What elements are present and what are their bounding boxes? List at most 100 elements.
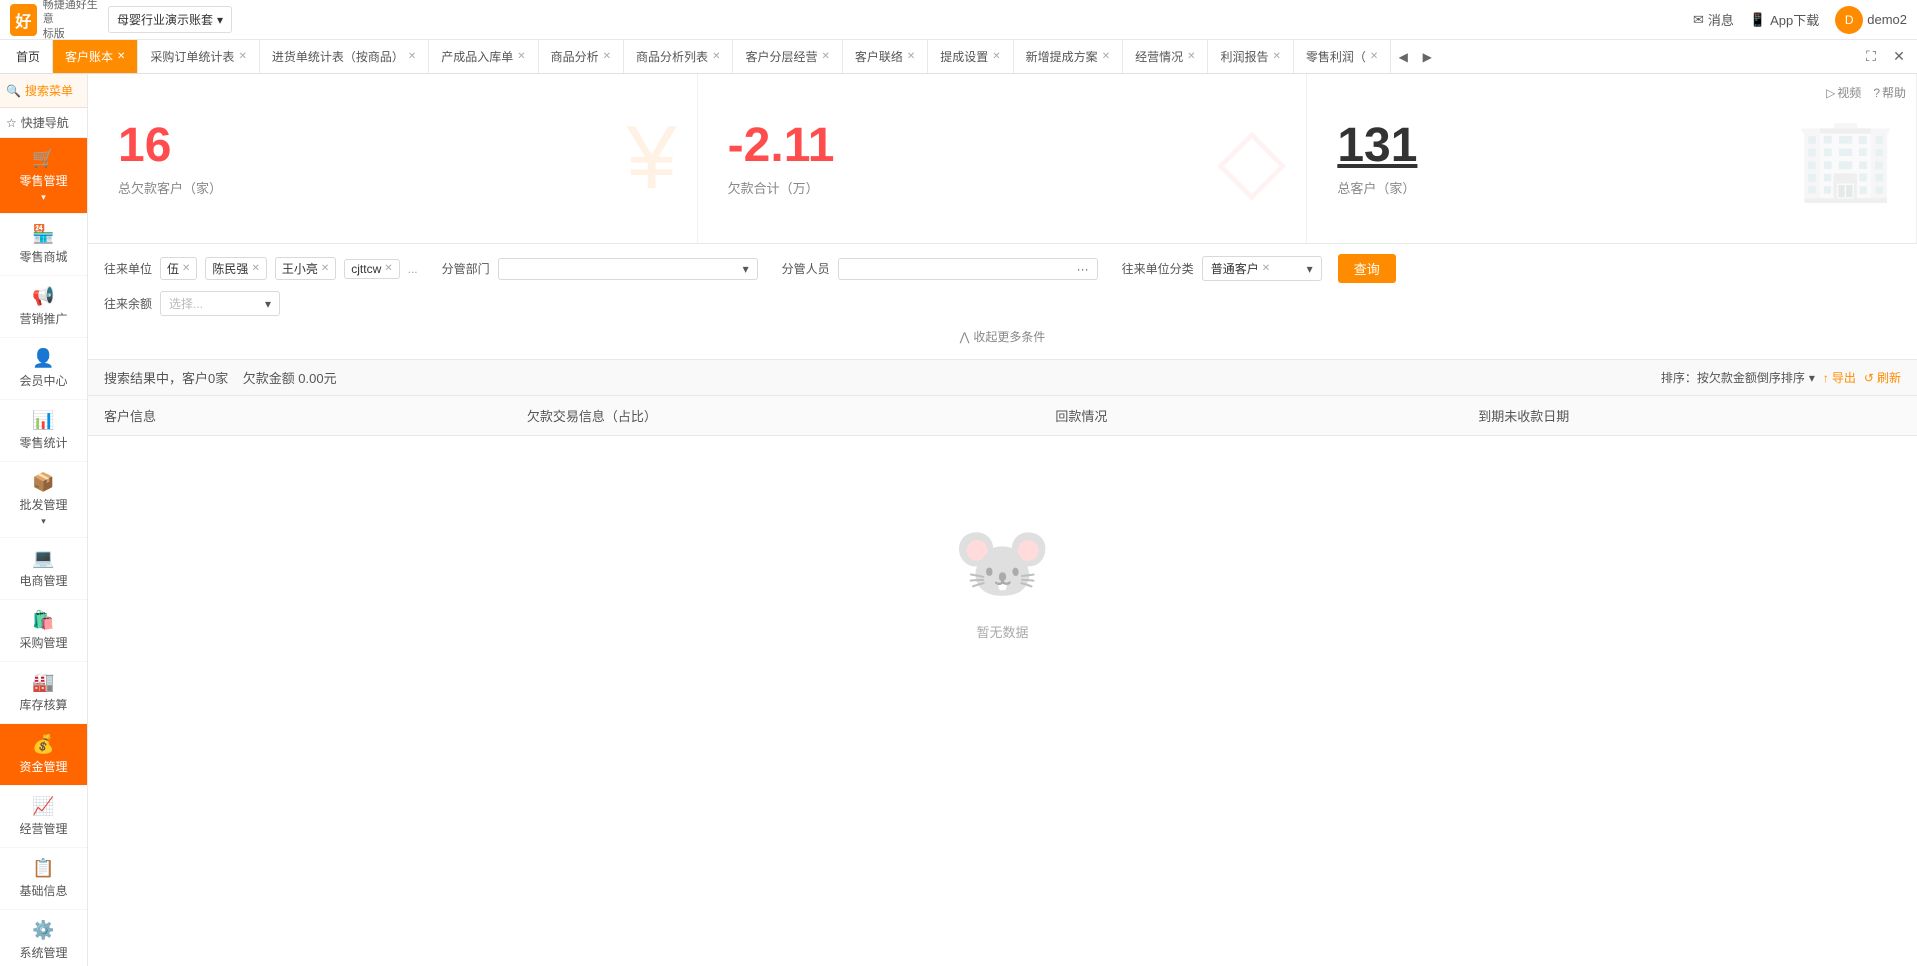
sidebar-item-operations[interactable]: 📈 经营管理 [0,786,87,848]
tab-customer-segment[interactable]: 客户分层经营 ✕ [733,40,842,74]
top-right: ✉ 消息 📱 App下载 D demo2 [1693,6,1907,34]
more-dots-icon: ··· [1077,262,1089,276]
query-button[interactable]: 查询 [1338,254,1396,283]
tab-promotion[interactable]: 提成设置 ✕ [928,40,1013,74]
logo-text: 畅捷通好生意 标版 [43,0,98,41]
sidebar: 🔍 搜索菜单 ☆ 快捷导航 🛒 零售管理 ▾ 🏪 零售商城 📢 营销推广 👤 会… [0,74,88,966]
export-button[interactable]: ↑ 导出 [1823,369,1856,386]
close-icon[interactable]: ✕ [117,51,125,62]
remove-tag-icon[interactable]: ✕ [251,263,259,274]
remove-tag-icon[interactable]: ✕ [384,263,392,274]
sidebar-quick-nav[interactable]: ☆ 快捷导航 [0,108,87,138]
close-icon[interactable]: ✕ [1187,51,1195,62]
tab-business[interactable]: 经营情况 ✕ [1123,40,1208,74]
close-icon[interactable]: ✕ [712,51,720,62]
close-icon[interactable]: ✕ [907,51,915,62]
top-bar: 好 畅捷通好生意 标版 母婴行业演示账套 ▾ ✉ 消息 📱 App下载 D de… [0,0,1917,40]
export-icon: ↑ [1823,371,1829,385]
filter-tag-1[interactable]: 伍 ✕ [160,257,197,280]
table-header: 客户信息 欠款交易信息（占比） 回款情况 到期未收款日期 [88,396,1917,436]
close-icon[interactable]: ✕ [1273,51,1281,62]
col-debt-info: 欠款交易信息（占比） [527,406,1056,425]
tab-profit[interactable]: 利润报告 ✕ [1208,40,1293,74]
person-label: 分管人员 [782,260,830,277]
sidebar-search[interactable]: 🔍 搜索菜单 [0,74,87,108]
app-download-button[interactable]: 📱 App下载 [1750,10,1819,29]
total-bg-icon: 🏢 [1796,112,1896,206]
col-repayment: 回款情况 [1055,406,1478,425]
col-overdue: 到期未收款日期 [1478,406,1901,425]
remove-category-icon[interactable]: ✕ [1262,263,1270,274]
member-icon: 👤 [32,348,54,369]
operations-icon: 📈 [32,796,54,817]
message-button[interactable]: ✉ 消息 [1693,10,1734,29]
close-icon[interactable]: ✕ [821,51,829,62]
tab-retail-profit[interactable]: 零售利润（ ✕ [1294,40,1391,74]
sidebar-item-purchase[interactable]: 🛍️ 采购管理 [0,600,87,662]
system-icon: ⚙️ [32,920,54,941]
tab-close-all-button[interactable]: ✕ [1885,43,1913,71]
tab-inbound-stats[interactable]: 进货单统计表（按商品） ✕ [260,40,429,74]
category-tag[interactable]: 普通客户 ✕ [1211,260,1270,277]
close-icon[interactable]: ✕ [408,51,416,62]
tab-fullscreen-button[interactable]: ⛶ [1857,43,1885,71]
sidebar-item-retail-shop[interactable]: 🏪 零售商城 [0,214,87,276]
sidebar-item-member[interactable]: 👤 会员中心 [0,338,87,400]
table-container: 客户信息 欠款交易信息（占比） 回款情况 到期未收款日期 🐭 暂无数据 [88,396,1917,966]
stats-icon: 📊 [32,410,54,431]
filter-tag-3[interactable]: 王小亮 ✕ [275,257,336,280]
remove-tag-icon[interactable]: ✕ [321,263,329,274]
refresh-button[interactable]: ↺ 刷新 [1864,369,1901,386]
account-selector[interactable]: 母婴行业演示账套 ▾ [108,6,232,33]
tab-customer-contact[interactable]: 客户联络 ✕ [843,40,928,74]
help-link[interactable]: ? 帮助 [1873,84,1906,101]
unit-category-dropdown[interactable]: 普通客户 ✕ ▾ [1202,256,1322,281]
filter-row-2: 往来余额 选择... ▾ [104,291,1901,316]
sidebar-item-retail-stats[interactable]: 📊 零售统计 [0,400,87,462]
sidebar-item-batch[interactable]: 📦 批发管理 ▾ [0,462,87,538]
filter-tag-2[interactable]: 陈民强 ✕ [205,257,266,280]
close-icon[interactable]: ✕ [517,51,525,62]
close-icon[interactable]: ✕ [238,51,246,62]
tab-add-plan[interactable]: 新增提成方案 ✕ [1014,40,1123,74]
content-area: ¥ 16 总欠款客户（家） ◇ -2.11 欠款合计（万） 🏢 131 总客户（… [88,74,1917,966]
tab-next-button[interactable]: ▶ [1415,40,1439,74]
sidebar-item-system[interactable]: ⚙️ 系统管理 [0,910,87,966]
close-icon[interactable]: ✕ [992,51,1000,62]
close-icon[interactable]: ✕ [1102,51,1110,62]
sort-button[interactable]: 排序：按欠款金额倒序排序 ▾ [1661,369,1815,386]
sidebar-item-retail[interactable]: 🛒 零售管理 ▾ [0,138,87,214]
tab-purchase-order[interactable]: 采购订单统计表 ✕ [138,40,259,74]
stat-number-total[interactable]: 131 [1337,120,1417,173]
star-icon: ☆ [6,116,17,130]
tab-customer-account[interactable]: 客户账本 ✕ [53,40,138,74]
sidebar-item-basic-info[interactable]: 📋 基础信息 [0,848,87,910]
filter-more-dots[interactable]: ... [408,262,418,276]
sidebar-item-inventory[interactable]: 🏭 库存核算 [0,662,87,724]
balance-select[interactable]: 选择... ▾ [160,291,280,316]
close-icon[interactable]: ✕ [603,51,611,62]
remove-tag-icon[interactable]: ✕ [182,263,190,274]
stat-label-total: 总客户（家） [1337,178,1415,197]
sidebar-item-marketing[interactable]: 📢 营销推广 [0,276,87,338]
person-dropdown[interactable]: ··· [838,258,1098,280]
collapse-button[interactable]: ⋀ 收起更多条件 [104,324,1901,349]
results-bar: 搜索结果中，客户0家 欠款金额 0.00元 排序：按欠款金额倒序排序 ▾ ↑ 导… [88,360,1917,396]
filter-tag-4[interactable]: cjttcw ✕ [344,259,399,279]
tab-home[interactable]: 首页 [4,40,53,74]
empty-icon: 🐭 [953,516,1053,610]
chevron-down-icon: ▾ [265,297,271,311]
dept-dropdown[interactable]: ▾ [498,258,758,280]
tab-prev-button[interactable]: ◀ [1391,40,1415,74]
sidebar-item-capital[interactable]: 💰 资金管理 [0,724,87,786]
video-link[interactable]: ▷ 视频 [1826,84,1861,101]
tab-bar: 首页 客户账本 ✕ 采购订单统计表 ✕ 进货单统计表（按商品） ✕ 产成品入库单… [0,40,1917,74]
tab-production[interactable]: 产成品入库单 ✕ [429,40,538,74]
close-icon[interactable]: ✕ [1370,51,1378,62]
tab-product-analysis[interactable]: 商品分析 ✕ [539,40,624,74]
refresh-icon: ↺ [1864,371,1874,385]
sidebar-item-ecommerce[interactable]: 💻 电商管理 [0,538,87,600]
tab-product-list[interactable]: 商品分析列表 ✕ [624,40,733,74]
results-actions: 排序：按欠款金额倒序排序 ▾ ↑ 导出 ↺ 刷新 [1661,369,1901,386]
user-menu[interactable]: D demo2 [1835,6,1907,34]
